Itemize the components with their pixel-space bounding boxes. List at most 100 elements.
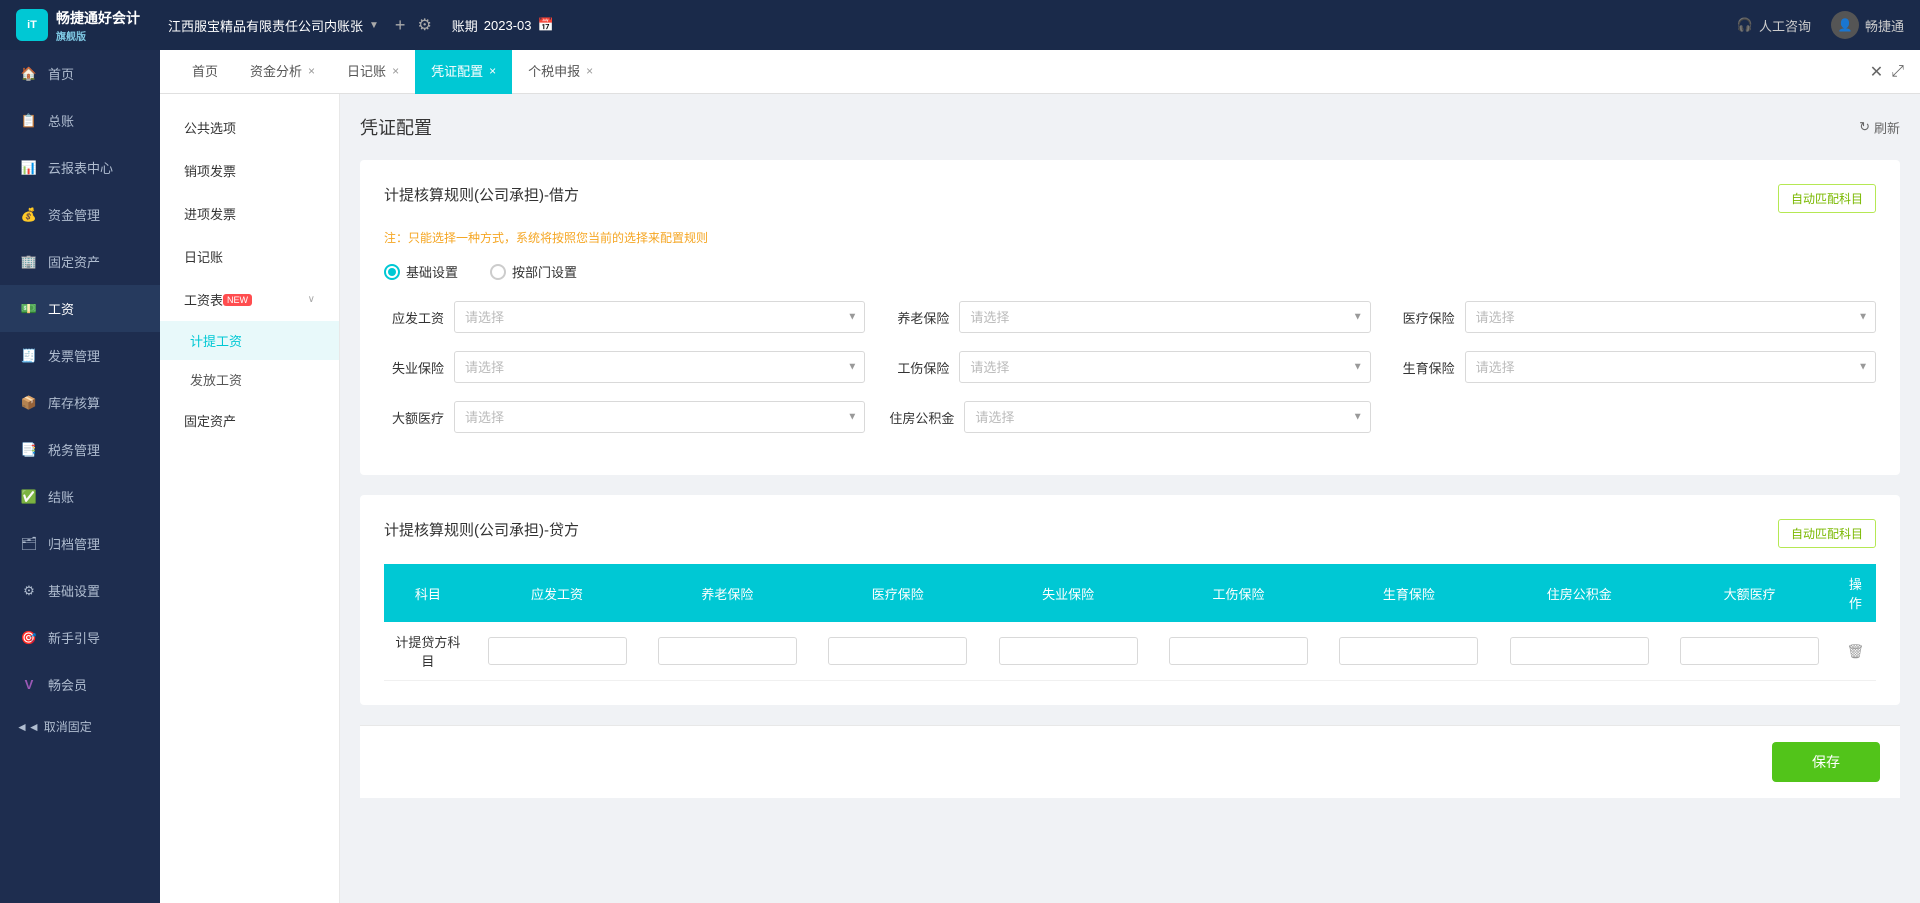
select-base-salary[interactable]: 请选择 ▼ <box>454 301 865 333</box>
tab-voucher[interactable]: 凭证配置 × <box>415 50 512 94</box>
sidebar-item-settings[interactable]: ⚙ 基础设置 <box>0 567 160 614</box>
sidebar-item-assets[interactable]: 🏢 固定资产 <box>0 238 160 285</box>
td-action[interactable]: 🗑 <box>1835 622 1876 681</box>
expand-icon[interactable]: ⤢ <box>1891 63 1904 81</box>
topbar-right: 🎧 人工咨询 👤 畅捷通 <box>1737 11 1904 39</box>
logo-text: 畅捷通好会计 <box>56 8 140 28</box>
sidebar-item-checkout[interactable]: ✅ 结账 <box>0 473 160 520</box>
select-housing-fund-input[interactable]: 请选择 <box>964 401 1370 433</box>
td-base-salary-input[interactable] <box>472 622 642 681</box>
close-window-icon[interactable]: ✕ <box>1870 62 1883 82</box>
sidebar-item-salary[interactable]: 💵 工资 <box>0 285 160 332</box>
input-unemployment[interactable] <box>999 637 1138 665</box>
sidebar-item-home[interactable]: 🏠 首页 <box>0 50 160 97</box>
input-pension[interactable] <box>658 637 797 665</box>
topbar: iT 畅捷通好会计 旗舰版 江西服宝精品有限责任公司内账张 ▼ + ⚙ 账期 2… <box>0 0 1920 50</box>
radio-dept-circle <box>490 264 506 280</box>
tab-tax[interactable]: 个税申报 × <box>512 50 609 94</box>
input-medical[interactable] <box>828 637 967 665</box>
input-large-medical[interactable] <box>1680 637 1819 665</box>
add-tab-button[interactable]: + <box>395 15 406 36</box>
input-base-salary[interactable] <box>488 637 627 665</box>
select-large-medical[interactable]: 请选择 ▼ <box>454 401 865 433</box>
sidebar-item-archive[interactable]: 🗂 归档管理 <box>0 520 160 567</box>
field-pension: 养老保险 请选择 ▼ <box>889 301 1370 333</box>
debit-auto-match-button[interactable]: 自动匹配科目 <box>1778 184 1876 213</box>
select-maternity-input[interactable]: 请选择 <box>1465 351 1876 383</box>
sidebar-item-inventory[interactable]: 📦 库存核算 <box>0 379 160 426</box>
left-nav-salary-table[interactable]: 工资表 NEW ∨ <box>160 278 339 321</box>
left-nav-sales[interactable]: 销项发票 <box>160 149 339 192</box>
left-nav-pay-salary[interactable]: 发放工资 <box>160 360 339 399</box>
save-button[interactable]: 保存 <box>1772 742 1880 782</box>
left-nav-calc-salary[interactable]: 计提工资 <box>160 321 339 360</box>
user-menu[interactable]: 👤 畅捷通 <box>1831 11 1904 39</box>
sidebar-item-reports[interactable]: 📊 云报表中心 <box>0 144 160 191</box>
tab-diary-close[interactable]: × <box>392 64 399 78</box>
cancel-fixed-button[interactable]: ◄◄ 取消固定 <box>0 708 160 745</box>
select-pension-input[interactable]: 请选择 <box>959 301 1370 333</box>
select-pension[interactable]: 请选择 ▼ <box>959 301 1370 333</box>
left-nav-public[interactable]: 公共选项 <box>160 106 339 149</box>
sidebar-item-ledger[interactable]: 📋 总账 <box>0 97 160 144</box>
input-injury[interactable] <box>1169 637 1308 665</box>
left-nav-fixed-assets[interactable]: 固定资产 <box>160 399 339 442</box>
td-injury-input[interactable] <box>1153 622 1323 681</box>
settings-icon[interactable]: ⚙ <box>417 15 431 35</box>
refresh-button[interactable]: ↻ 刷新 <box>1859 118 1900 137</box>
tab-funds[interactable]: 资金分析 × <box>234 50 331 94</box>
sidebar-label-ledger: 总账 <box>48 111 74 130</box>
td-medical-input[interactable] <box>813 622 983 681</box>
select-maternity[interactable]: 请选择 ▼ <box>1465 351 1876 383</box>
label-large-medical: 大额医疗 <box>384 408 444 427</box>
sidebar-item-guide[interactable]: 🎯 新手引导 <box>0 614 160 661</box>
radio-dept[interactable]: 按部门设置 <box>490 262 577 281</box>
calendar-icon[interactable]: 📅 <box>538 17 554 33</box>
field-medical: 医疗保险 请选择 ▼ <box>1395 301 1876 333</box>
delete-row-button[interactable]: 🗑 <box>1846 643 1864 659</box>
select-housing-fund[interactable]: 请选择 ▼ <box>964 401 1370 433</box>
tab-bar: 首页 资金分析 × 日记账 × 凭证配置 × 个税申报 × ✕ ⤢ <box>160 50 1920 94</box>
td-housing-input[interactable] <box>1494 622 1664 681</box>
td-unemployment-input[interactable] <box>983 622 1153 681</box>
debit-section: 计提核算规则(公司承担)-借方 自动匹配科目 注：只能选择一种方式，系统将按照您… <box>360 160 1900 475</box>
radio-basic[interactable]: 基础设置 <box>384 262 458 281</box>
tab-funds-close[interactable]: × <box>308 64 315 78</box>
select-medical[interactable]: 请选择 ▼ <box>1465 301 1876 333</box>
td-large-medical-input[interactable] <box>1664 622 1834 681</box>
input-housing[interactable] <box>1510 637 1649 665</box>
select-large-medical-input[interactable]: 请选择 <box>454 401 865 433</box>
td-pension-input[interactable] <box>642 622 812 681</box>
period-selector[interactable]: 账期 2023-03 📅 <box>452 16 554 35</box>
sidebar-item-vip[interactable]: V 畅会员 <box>0 661 160 708</box>
cancel-fixed-label: 取消固定 <box>44 718 92 735</box>
select-medical-input[interactable]: 请选择 <box>1465 301 1876 333</box>
sidebar-label-reports: 云报表中心 <box>48 158 113 177</box>
tab-voucher-label: 凭证配置 <box>431 61 483 80</box>
tab-voucher-close[interactable]: × <box>489 64 496 78</box>
company-selector[interactable]: 江西服宝精品有限责任公司内账张 ▼ <box>168 16 379 35</box>
select-unemployment[interactable]: 请选择 ▼ <box>454 351 865 383</box>
sidebar-item-funds[interactable]: 💰 资金管理 <box>0 191 160 238</box>
td-maternity-input[interactable] <box>1324 622 1494 681</box>
credit-auto-match-button[interactable]: 自动匹配科目 <box>1778 519 1876 548</box>
page-header: 凭证配置 ↻ 刷新 <box>360 114 1900 140</box>
left-nav-diary[interactable]: 日记账 <box>160 235 339 278</box>
label-unemployment: 失业保险 <box>384 358 444 377</box>
field-housing-fund: 住房公积金 请选择 ▼ <box>889 401 1370 433</box>
left-nav-purchase[interactable]: 进项发票 <box>160 192 339 235</box>
select-base-salary-input[interactable]: 请选择 <box>454 301 865 333</box>
select-injury-input[interactable]: 请选择 <box>959 351 1370 383</box>
assets-icon: 🏢 <box>20 253 38 271</box>
field-large-medical: 大额医疗 请选择 ▼ <box>384 401 865 433</box>
sidebar-item-tax[interactable]: 📑 税务管理 <box>0 426 160 473</box>
select-unemployment-input[interactable]: 请选择 <box>454 351 865 383</box>
tab-diary[interactable]: 日记账 × <box>331 50 415 94</box>
consult-button[interactable]: 🎧 人工咨询 <box>1737 16 1811 35</box>
tab-home[interactable]: 首页 <box>176 50 234 94</box>
input-maternity[interactable] <box>1339 637 1478 665</box>
tab-tax-close[interactable]: × <box>586 64 593 78</box>
sidebar-label-assets: 固定资产 <box>48 252 100 271</box>
select-injury[interactable]: 请选择 ▼ <box>959 351 1370 383</box>
sidebar-item-invoice[interactable]: 🧾 发票管理 <box>0 332 160 379</box>
